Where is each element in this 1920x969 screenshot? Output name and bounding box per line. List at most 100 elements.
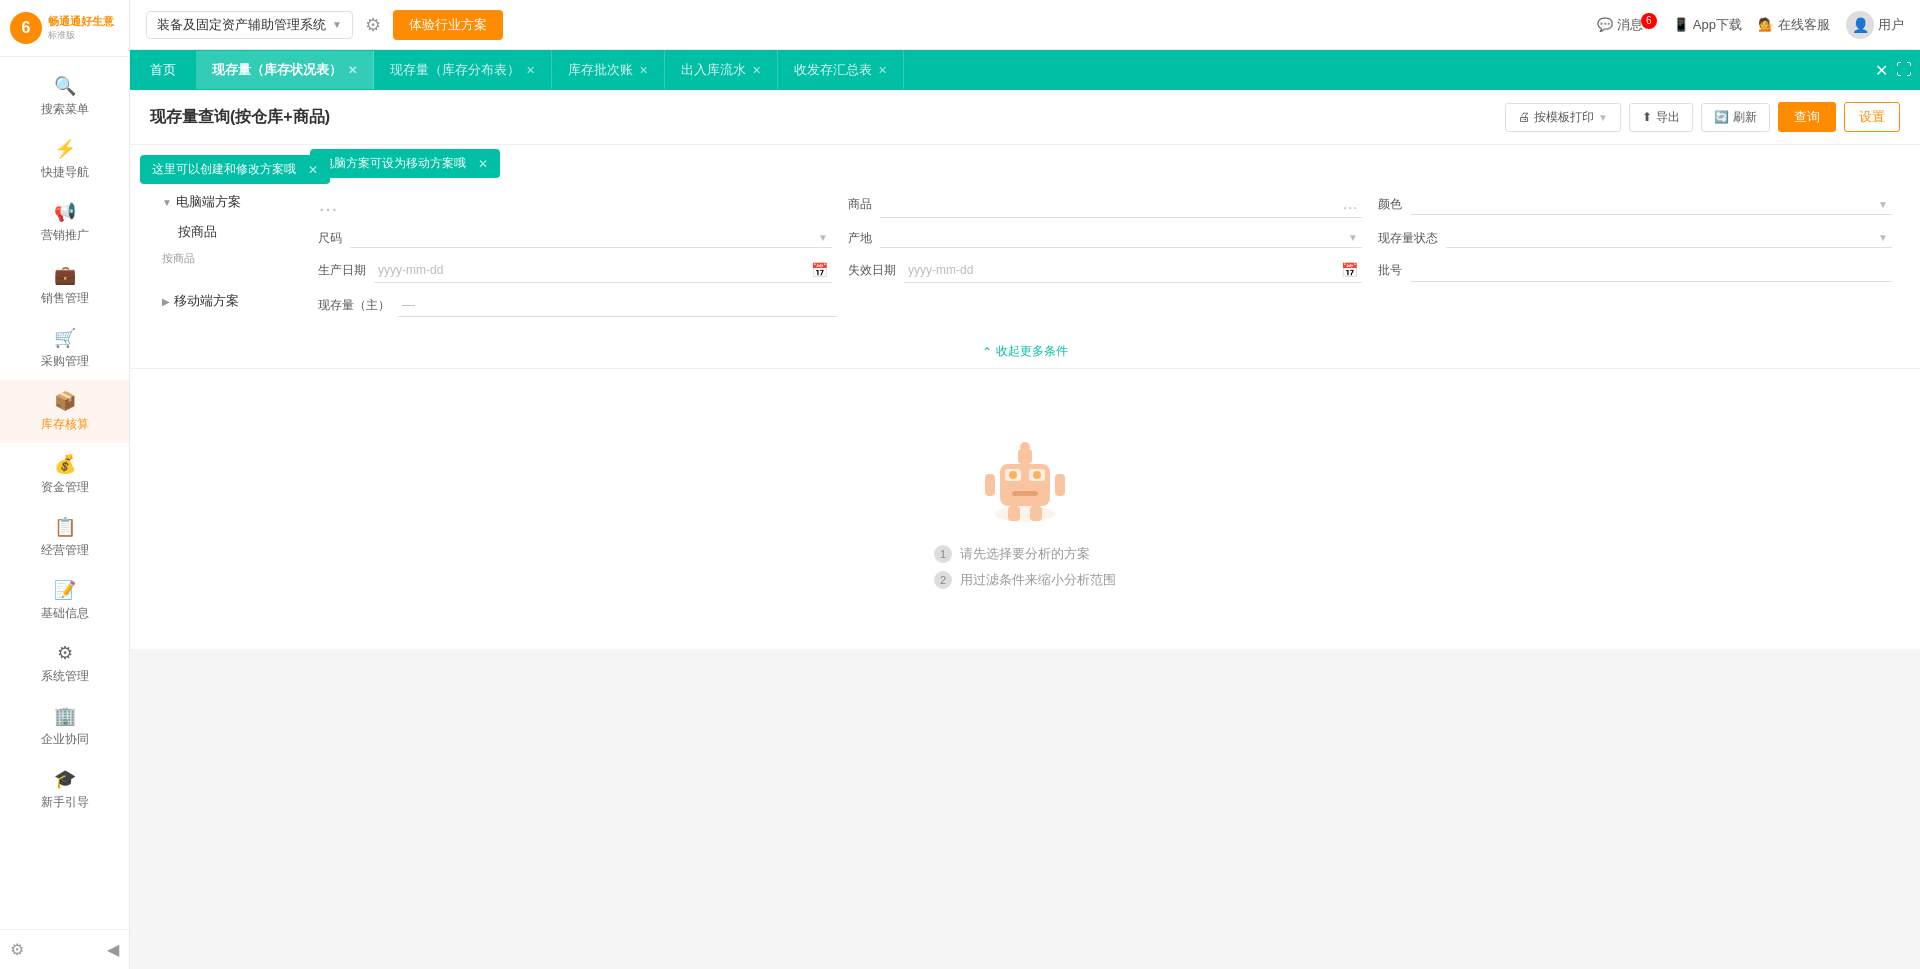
sidebar-item-corp[interactable]: 🏢 企业协同 xyxy=(0,695,129,758)
tooltip2-text: 这里可以创建和修改方案哦 xyxy=(152,161,296,178)
sidebar: 6 畅通通好生意 标准版 🔍 搜索菜单 ⚡ 快捷导航 📢 营销推广 💼 销售管理 xyxy=(0,0,130,969)
system-selector[interactable]: 装备及固定资产辅助管理系统 ▼ xyxy=(146,11,353,39)
collapse-sidebar-icon[interactable]: ◀ xyxy=(107,940,119,959)
tab-close-all-icon[interactable]: ✕ xyxy=(1875,61,1888,80)
tab-inventory-dist[interactable]: 现存量（库存分布表） ✕ xyxy=(374,51,552,89)
logo: 6 畅通通好生意 标准版 xyxy=(0,0,129,57)
origin-select-arrow: ▼ xyxy=(1348,232,1358,243)
message-action[interactable]: 💬 消息 6 xyxy=(1597,16,1657,34)
sidebar-item-search[interactable]: 🔍 搜索菜单 xyxy=(0,65,129,128)
ellipsis-icon-1[interactable]: … xyxy=(318,193,338,216)
tab-maximize-icon[interactable]: ⛶ xyxy=(1896,61,1912,79)
color-select[interactable]: ▼ xyxy=(1410,195,1892,215)
svg-rect-11 xyxy=(1008,506,1020,521)
empty-tips: 1 请先选择要分析的方案 2 用过滤条件来缩小分析范围 xyxy=(934,545,1116,589)
scheme-mobile-spacer: 按商品 xyxy=(150,247,302,266)
tab-close-inventory-dist[interactable]: ✕ xyxy=(526,64,535,77)
tab-close-receive[interactable]: ✕ xyxy=(878,64,887,77)
filter-body: 这里可以创建和修改方案哦 ✕ ▼ 电脑端方案 按商品 按商 xyxy=(150,187,1900,335)
page-inner: 现存量查询(按仓库+商品) 🖨 按模板打印 ▼ ⬆ 导出 🔄 xyxy=(130,90,1920,649)
page-header: 现存量查询(按仓库+商品) 🖨 按模板打印 ▼ ⬆ 导出 🔄 xyxy=(130,90,1920,145)
origin-select[interactable]: ▼ xyxy=(880,228,1362,248)
expire-date-input[interactable]: yyyy-mm-dd 📅 xyxy=(904,258,1362,283)
message-icon: 💬 xyxy=(1597,17,1613,32)
calendar-icon-2[interactable]: 📅 xyxy=(1341,262,1358,278)
tab-inventory-status[interactable]: 现存量（库存状况表） ✕ xyxy=(196,51,374,89)
calendar-icon-1[interactable]: 📅 xyxy=(811,262,828,278)
marketing-icon: 📢 xyxy=(54,201,76,223)
scheme-mobile-label: 移动端方案 xyxy=(174,292,239,310)
tab-batch[interactable]: 库存批次账 ✕ xyxy=(552,51,665,89)
sidebar-item-basic[interactable]: 📝 基础信息 xyxy=(0,569,129,632)
tip-num-2: 2 xyxy=(934,571,952,589)
filter-field-status: 现存量状态 ▼ xyxy=(1378,228,1892,248)
trial-button[interactable]: 体验行业方案 xyxy=(393,10,503,40)
tooltip-scheme: 电脑方案可设为移动方案哦 ✕ xyxy=(310,149,500,178)
tab-inout[interactable]: 出入库流水 ✕ xyxy=(665,51,778,89)
filter-field-stock-main: 现存量（主） — xyxy=(318,293,837,317)
sidebar-label-search: 搜索菜单 xyxy=(41,101,89,118)
tip-text-2: 用过滤条件来缩小分析范围 xyxy=(960,571,1116,589)
stock-main-input[interactable]: — xyxy=(398,293,837,317)
support-action[interactable]: 💁 在线客服 xyxy=(1758,16,1830,34)
settings-icon[interactable]: ⚙ xyxy=(365,14,381,36)
collapse-button[interactable]: ⌃ 收起更多条件 xyxy=(150,335,1900,368)
operation-icon: 📋 xyxy=(54,516,76,538)
logo-badge: 标准版 xyxy=(48,29,114,42)
svg-point-4 xyxy=(1009,471,1017,479)
sidebar-item-purchase[interactable]: 🛒 采购管理 xyxy=(0,317,129,380)
sidebar-item-quick[interactable]: ⚡ 快捷导航 xyxy=(0,128,129,191)
empty-illustration xyxy=(975,429,1075,529)
status-select-arrow: ▼ xyxy=(1878,232,1888,243)
goods-input[interactable]: … xyxy=(880,191,1362,218)
collapse-icon: ⌃ xyxy=(982,345,992,359)
tab-close-batch[interactable]: ✕ xyxy=(639,64,648,77)
svg-point-5 xyxy=(1033,471,1041,479)
tab-home[interactable]: 首页 xyxy=(130,51,196,89)
tab-receive[interactable]: 收发存汇总表 ✕ xyxy=(778,51,904,89)
settings-footer-icon[interactable]: ⚙ xyxy=(10,940,24,959)
sidebar-item-guide[interactable]: 🎓 新手引导 xyxy=(0,758,129,821)
settings-button[interactable]: 设置 xyxy=(1844,102,1900,132)
user-action[interactable]: 👤 用户 xyxy=(1846,11,1904,39)
sidebar-footer: ⚙ ◀ xyxy=(0,929,129,969)
ellipsis-icon-2[interactable]: … xyxy=(1342,195,1358,213)
sidebar-item-inventory[interactable]: 📦 库存核算 xyxy=(0,380,129,443)
filter-area: 按以下方案查询 + ✎ ← 电脑方案可设为移动方 xyxy=(130,145,1920,369)
search-button[interactable]: 查询 xyxy=(1778,102,1836,132)
size-select[interactable]: ▼ xyxy=(350,228,832,248)
sidebar-item-marketing[interactable]: 📢 营销推广 xyxy=(0,191,129,254)
stock-range-dash: — xyxy=(402,297,415,312)
sidebar-item-finance[interactable]: 💰 资金管理 xyxy=(0,443,129,506)
tab-close-inout[interactable]: ✕ xyxy=(752,64,761,77)
guide-icon: 🎓 xyxy=(54,768,76,790)
tab-close-inventory-status[interactable]: ✕ xyxy=(348,64,357,77)
empty-tip-2: 2 用过滤条件来缩小分析范围 xyxy=(934,571,1116,589)
filter-fields: … 商品 … xyxy=(310,187,1900,335)
app-download-action[interactable]: 📱 App下载 xyxy=(1673,16,1742,34)
sidebar-item-sales[interactable]: 💼 销售管理 xyxy=(0,254,129,317)
scheme-desktop-item[interactable]: 按商品 xyxy=(150,217,302,247)
refresh-icon: 🔄 xyxy=(1714,110,1729,124)
finance-icon: 💰 xyxy=(54,453,76,475)
tooltip2-close[interactable]: ✕ xyxy=(308,163,318,177)
topbar-right: 💬 消息 6 📱 App下载 💁 在线客服 👤 用户 xyxy=(1597,11,1904,39)
export-button[interactable]: ⬆ 导出 xyxy=(1629,103,1693,132)
tooltip1-close[interactable]: ✕ xyxy=(478,157,488,171)
sidebar-item-system[interactable]: ⚙ 系统管理 xyxy=(0,632,129,695)
status-select[interactable]: ▼ xyxy=(1446,228,1892,248)
goods-label: 商品 xyxy=(848,196,872,213)
refresh-button[interactable]: 🔄 刷新 xyxy=(1701,103,1770,132)
basic-icon: 📝 xyxy=(54,579,76,601)
scheme-mobile[interactable]: ▶ 移动端方案 xyxy=(150,286,302,316)
produce-date-input[interactable]: yyyy-mm-dd 📅 xyxy=(374,258,832,283)
page-content: 现存量查询(按仓库+商品) 🖨 按模板打印 ▼ ⬆ 导出 🔄 xyxy=(130,90,1920,969)
filter-field-size: 尺码 ▼ xyxy=(318,228,832,248)
notification-badge: 6 xyxy=(1641,13,1657,29)
stock-main-label: 现存量（主） xyxy=(318,297,390,314)
print-button[interactable]: 🖨 按模板打印 ▼ xyxy=(1505,103,1621,132)
sidebar-item-operation[interactable]: 📋 经营管理 xyxy=(0,506,129,569)
batch-input[interactable] xyxy=(1410,259,1892,282)
inventory-icon: 📦 xyxy=(54,390,76,412)
scheme-desktop[interactable]: ▼ 电脑端方案 xyxy=(150,187,302,217)
